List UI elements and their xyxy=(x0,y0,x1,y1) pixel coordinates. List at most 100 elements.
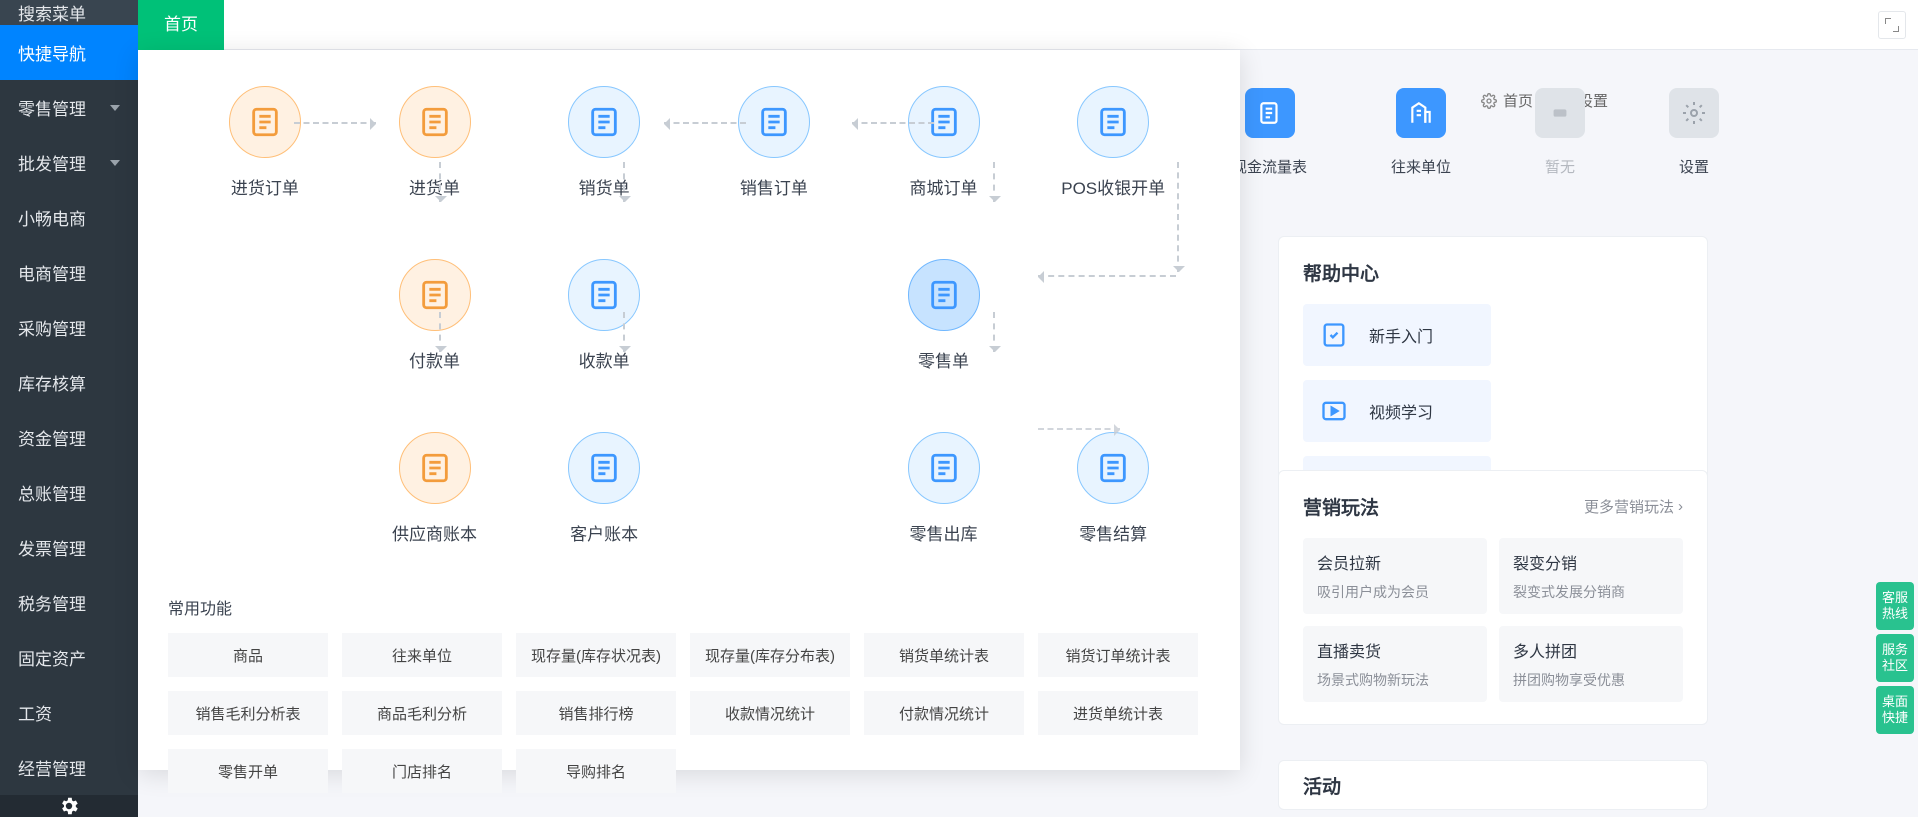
flow-node-2-2[interactable]: 客户账本 xyxy=(519,432,689,545)
sidebar-item-9[interactable]: 发票管理 xyxy=(0,520,138,575)
fullscreen-button[interactable] xyxy=(1878,11,1906,39)
document-icon xyxy=(568,432,640,504)
marketing-title: 营销玩法 xyxy=(1303,493,1379,520)
float-btn-0[interactable]: 客服 热线 xyxy=(1876,582,1914,630)
common-fn-7[interactable]: 商品毛利分析 xyxy=(342,691,502,735)
shortcut-label: 往来单位 xyxy=(1391,156,1451,177)
float-btn-1[interactable]: 服务 社区 xyxy=(1876,634,1914,682)
fullscreen-icon xyxy=(1885,18,1899,32)
sidebar-item-7[interactable]: 资金管理 xyxy=(0,410,138,465)
popover-scrollbar[interactable] xyxy=(168,742,1210,762)
gear-icon xyxy=(58,795,80,817)
tab-home[interactable]: 首页 xyxy=(138,0,224,50)
marketing-item-0[interactable]: 会员拉新吸引用户成为会员 xyxy=(1303,538,1487,614)
flow-node-2-5[interactable]: 零售结算 xyxy=(1028,432,1198,545)
flow-label: 供应商账本 xyxy=(392,520,477,545)
shortcut-label: 现金流量表 xyxy=(1232,156,1307,177)
common-fn-11[interactable]: 进货单统计表 xyxy=(1038,691,1198,735)
document-icon xyxy=(1077,432,1149,504)
flow-label: 进货单 xyxy=(409,174,460,199)
flow-node-0-5[interactable]: POS收银开单 xyxy=(1028,86,1198,199)
flow-label: 零售结算 xyxy=(1079,520,1147,545)
activity-title: 活动 xyxy=(1303,772,1341,799)
shortcut-1[interactable]: 往来单位 xyxy=(1391,88,1451,177)
common-fn-5[interactable]: 销货订单统计表 xyxy=(1038,633,1198,677)
document-icon xyxy=(399,86,471,158)
sidebar-item-8[interactable]: 总账管理 xyxy=(0,465,138,520)
marketing-item-2[interactable]: 直播卖货场景式购物新玩法 xyxy=(1303,626,1487,702)
document-icon xyxy=(908,432,980,504)
flow-node-0-3[interactable]: 销售订单 xyxy=(689,86,859,199)
sidebar-item-3[interactable]: 小畅电商 xyxy=(0,190,138,245)
sidebar-item-1[interactable]: 零售管理 xyxy=(0,80,138,135)
flow-node-0-4[interactable]: 商城订单 xyxy=(859,86,1029,199)
flow-node-2-4[interactable]: 零售出库 xyxy=(859,432,1029,545)
chevron-down-icon xyxy=(110,160,120,166)
document-icon xyxy=(908,86,980,158)
document-icon xyxy=(568,259,640,331)
sidebar-item-13[interactable]: 经营管理 xyxy=(0,740,138,795)
help-item-0[interactable]: 新手入门 xyxy=(1303,304,1491,366)
shortcut-0[interactable]: 现金流量表 xyxy=(1232,88,1307,177)
flow-label: 商城订单 xyxy=(910,174,978,199)
shortcut-icon xyxy=(1245,88,1295,138)
sidebar-item-6[interactable]: 库存核算 xyxy=(0,355,138,410)
flow-node-0-0[interactable]: 进货订单 xyxy=(180,86,350,199)
flow-label: 销售订单 xyxy=(740,174,808,199)
chevron-down-icon xyxy=(110,105,120,111)
marketing-item-1[interactable]: 裂变分销裂变式发展分销商 xyxy=(1499,538,1683,614)
document-icon xyxy=(399,259,471,331)
sidebar-item-11[interactable]: 固定资产 xyxy=(0,630,138,685)
flow-label: 进货订单 xyxy=(231,174,299,199)
shortcut-icon xyxy=(1396,88,1446,138)
shortcut-label: 设置 xyxy=(1679,156,1709,177)
sidebar-item-0[interactable]: 快捷导航 xyxy=(0,25,138,80)
float-btn-2[interactable]: 桌面 快捷 xyxy=(1876,686,1914,734)
shortcut-3[interactable]: 设置 xyxy=(1669,88,1719,177)
common-fn-0[interactable]: 商品 xyxy=(168,633,328,677)
sidebar-item-4[interactable]: 电商管理 xyxy=(0,245,138,300)
document-icon xyxy=(738,86,810,158)
floating-buttons: 客服 热线服务 社区桌面 快捷 xyxy=(1876,582,1914,734)
flow-node-2-1[interactable]: 供应商账本 xyxy=(350,432,520,545)
flow-label: 零售出库 xyxy=(910,520,978,545)
sidebar-item-12[interactable]: 工资 xyxy=(0,685,138,740)
document-icon xyxy=(568,86,640,158)
shortcut-icon xyxy=(1535,88,1585,138)
sidebar: 搜索菜单 快捷导航零售管理批发管理小畅电商电商管理采购管理库存核算资金管理总账管… xyxy=(0,0,138,810)
sidebar-search[interactable]: 搜索菜单 xyxy=(0,0,138,25)
shortcut-row: 现金流量表 往来单位 暂无 设置 xyxy=(1232,88,1719,177)
flow-node-1-2[interactable]: 收款单 xyxy=(519,259,689,372)
flow-label: 客户账本 xyxy=(570,520,638,545)
sidebar-settings[interactable] xyxy=(0,795,138,817)
flow-node-0-2[interactable]: 销货单 xyxy=(519,86,689,199)
marketing-more-link[interactable]: 更多营销玩法 › xyxy=(1584,496,1683,517)
shortcut-2[interactable]: 暂无 xyxy=(1535,88,1585,177)
flow-label: POS收银开单 xyxy=(1061,174,1165,199)
shortcut-label: 暂无 xyxy=(1545,156,1575,177)
quick-nav-popover: 进货订单 进货单 销货单销售订单 商城订单 POS收银开单付款单 收款单 零售单供应商账本 客… xyxy=(138,50,1240,770)
activity-card: 活动 xyxy=(1278,760,1708,810)
help-item-1[interactable]: 视频学习 xyxy=(1303,380,1491,442)
sidebar-item-10[interactable]: 税务管理 xyxy=(0,575,138,630)
flow-node-1-4[interactable]: 零售单 xyxy=(859,259,1029,372)
sidebar-item-5[interactable]: 采购管理 xyxy=(0,300,138,355)
common-fn-8[interactable]: 销售排行榜 xyxy=(516,691,676,735)
common-functions-title: 常用功能 xyxy=(168,595,1210,619)
document-icon xyxy=(1077,86,1149,158)
common-fn-4[interactable]: 销货单统计表 xyxy=(864,633,1024,677)
tabbar: 首页 xyxy=(138,0,1918,50)
common-fn-6[interactable]: 销售毛利分析表 xyxy=(168,691,328,735)
sidebar-item-2[interactable]: 批发管理 xyxy=(0,135,138,190)
flow-node-1-1[interactable]: 付款单 xyxy=(350,259,520,372)
common-fn-9[interactable]: 收款情况统计 xyxy=(690,691,850,735)
marketing-item-3[interactable]: 多人拼团拼团购物享受优惠 xyxy=(1499,626,1683,702)
common-fn-1[interactable]: 往来单位 xyxy=(342,633,502,677)
flow-label: 付款单 xyxy=(409,347,460,372)
common-fn-2[interactable]: 现存量(库存状况表) xyxy=(516,633,676,677)
common-fn-10[interactable]: 付款情况统计 xyxy=(864,691,1024,735)
document-icon xyxy=(399,432,471,504)
common-fn-3[interactable]: 现存量(库存分布表) xyxy=(690,633,850,677)
flow-node-0-1[interactable]: 进货单 xyxy=(350,86,520,199)
help-icon xyxy=(1317,394,1351,428)
